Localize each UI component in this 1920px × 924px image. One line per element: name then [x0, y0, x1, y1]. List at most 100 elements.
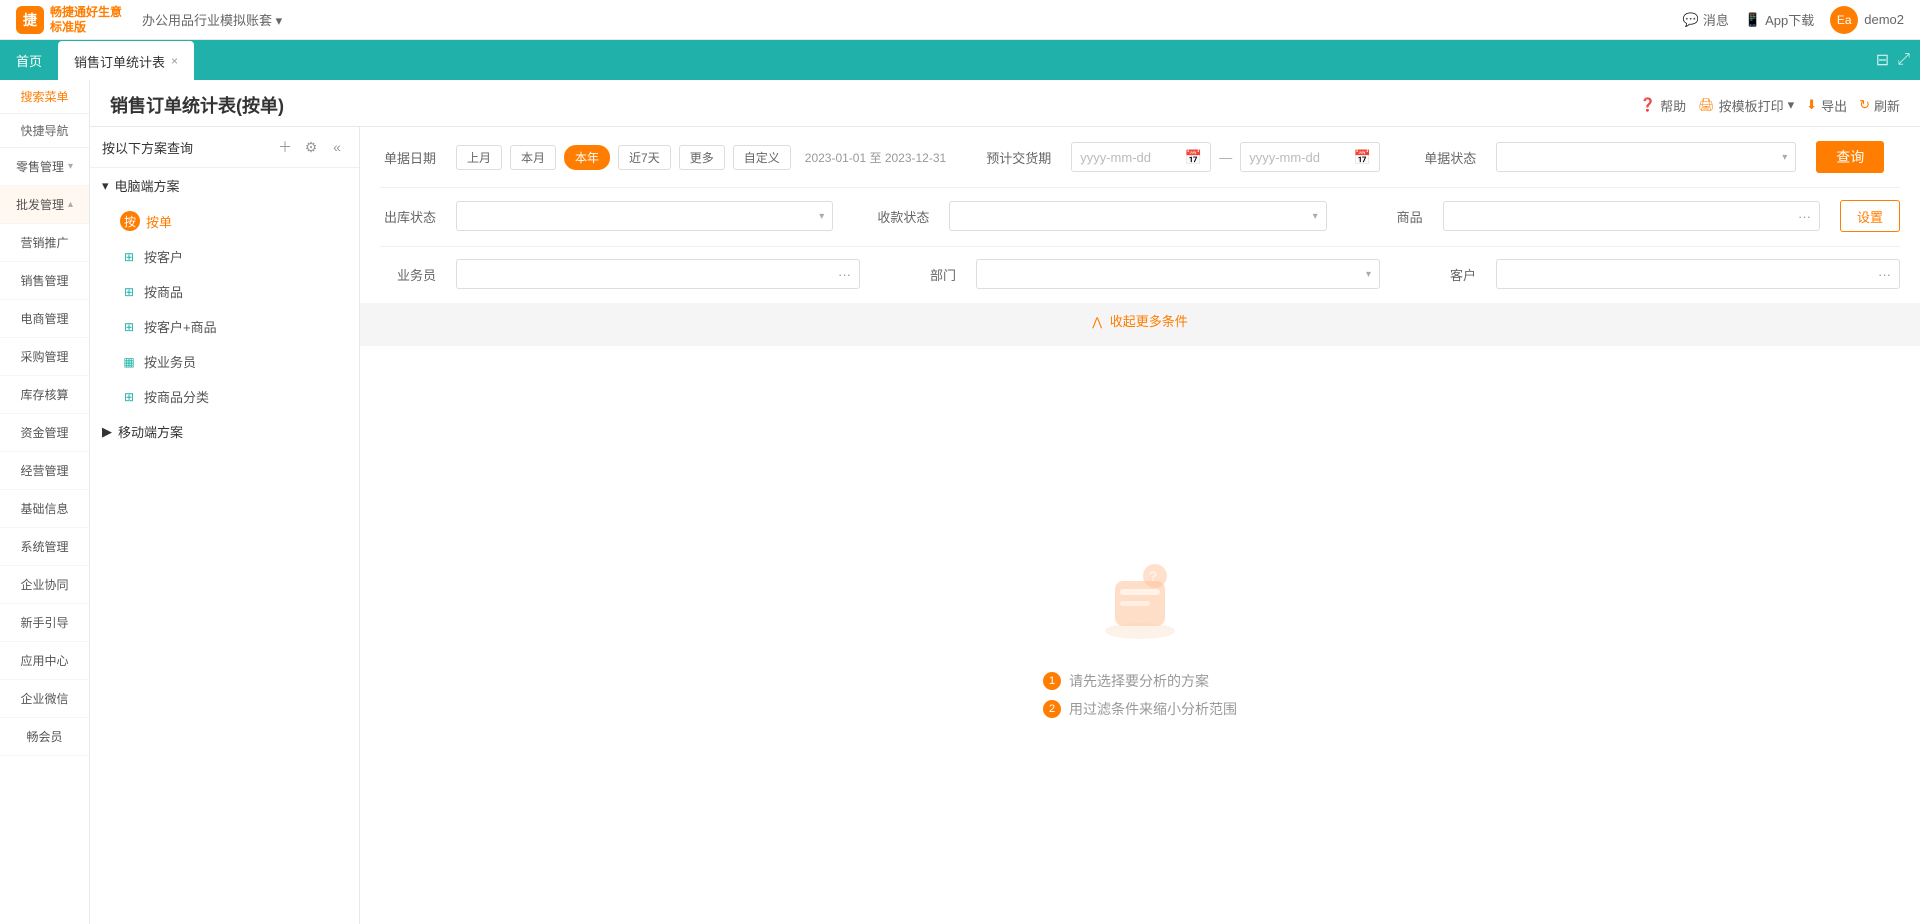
message-btn[interactable]: 💬 消息 [1683, 10, 1729, 29]
query-btn[interactable]: 查询 [1816, 141, 1884, 173]
sidebar-item-retail[interactable]: 零售管理▾ [0, 148, 89, 186]
sidebar-item-member[interactable]: 畅会员 [0, 718, 89, 756]
tip-num-2: 2 [1043, 700, 1061, 718]
active-badge: 按 [120, 211, 140, 231]
date-btn-thismonth[interactable]: 本月 [510, 145, 556, 170]
empty-tips: 1 请先选择要分析的方案 2 用过滤条件来缩小分析范围 [1043, 671, 1237, 719]
filter-divider [380, 187, 1900, 188]
filter-area: 单据日期 上月 本月 本年 近7天 更多 自定义 2023-01-01 至 20… [360, 127, 1920, 303]
sidebar-item-basics[interactable]: 基础信息 [0, 490, 89, 528]
tree-section-pc: ▾ 电脑端方案 [90, 168, 359, 203]
logo-area: 捷 畅捷通好生意标准版 [16, 5, 122, 34]
tip-num-1: 1 [1043, 672, 1061, 690]
date-btn-custom[interactable]: 自定义 [733, 145, 791, 170]
settings-btn[interactable]: 设置 [1840, 200, 1900, 232]
refresh-btn[interactable]: ↻ 刷新 [1859, 96, 1900, 115]
sidebar-item-sales[interactable]: 销售管理 [0, 262, 89, 300]
customer-label: 客户 [1420, 265, 1476, 284]
tab-sales-order[interactable]: 销售订单统计表 × [58, 41, 194, 81]
tree-item-by-category[interactable]: ⊞ 按商品分类 [90, 379, 359, 414]
date-btn-more[interactable]: 更多 [679, 145, 725, 170]
dept-chevron-icon: ▾ [1366, 269, 1371, 280]
tab-close-btn[interactable]: × [171, 54, 178, 68]
app-title-dropdown[interactable]: 办公用品行业模拟账套 ▾ [142, 10, 282, 29]
collapse-panel-btn[interactable]: « [327, 137, 347, 157]
sidebar-item-inventory[interactable]: 库存核算 [0, 376, 89, 414]
forecast-start-date[interactable]: yyyy-mm-dd 📅 [1071, 142, 1211, 172]
sidebar: 搜索菜单 快捷导航 零售管理▾ 批发管理▴ 营销推广 销售管理 电商管理 采购管… [0, 80, 90, 924]
delivery-chevron-icon: ▾ [819, 211, 824, 222]
salesman-dots-icon[interactable]: ··· [838, 267, 851, 282]
tree-item-by-customer-product[interactable]: ⊞ 按客户+商品 [90, 309, 359, 344]
salesman-select[interactable]: ··· [456, 259, 860, 289]
date-btn-lastmonth[interactable]: 上月 [456, 145, 502, 170]
date-filter-label: 单据日期 [380, 148, 436, 167]
panel-header-icons: ＋ ⚙ « [275, 137, 347, 157]
svg-text:?: ? [1149, 568, 1157, 584]
salesman-label: 业务员 [380, 265, 436, 284]
delivery-status-select[interactable]: ▾ [456, 201, 833, 231]
collapse-chevron-icon: ⋀ [1092, 315, 1102, 329]
sidebar-item-system[interactable]: 系统管理 [0, 528, 89, 566]
date-btn-last7days[interactable]: 近7天 [618, 145, 671, 170]
app-download-btn[interactable]: 📱 App下载 [1745, 10, 1814, 29]
left-panel: 按以下方案查询 ＋ ⚙ « ▾ 电脑端方案 按 按单 [90, 127, 360, 924]
calendar-start-icon[interactable]: 📅 [1185, 149, 1202, 166]
product-label: 商品 [1367, 207, 1423, 226]
settings-scheme-btn[interactable]: ⚙ [301, 137, 321, 157]
tab-minimize-icon[interactable]: ⊟ [1876, 50, 1889, 70]
collapse-more-btn[interactable]: ⋀ 收起更多条件 [360, 303, 1920, 338]
sidebar-quick-nav[interactable]: 快捷导航 [0, 114, 89, 148]
date-btn-thisyear[interactable]: 本年 [564, 145, 610, 170]
dept-select[interactable]: ▾ [976, 259, 1380, 289]
sidebar-search[interactable]: 搜索菜单 [0, 80, 89, 114]
print-btn[interactable]: 🖨 按模板打印 ▾ [1698, 96, 1794, 115]
help-btn[interactable]: ❓ 帮助 [1640, 96, 1686, 115]
page-title: 销售订单统计表(按单) [110, 92, 284, 118]
forecast-end-date[interactable]: yyyy-mm-dd 📅 [1240, 142, 1380, 172]
help-icon: ❓ [1640, 97, 1656, 113]
tree-item-by-order[interactable]: 按 按单 [90, 203, 359, 239]
sidebar-item-appcenter[interactable]: 应用中心 [0, 642, 89, 680]
avatar: Ea [1830, 6, 1858, 34]
top-bar: 捷 畅捷通好生意标准版 办公用品行业模拟账套 ▾ 💬 消息 📱 App下载 Ea… [0, 0, 1920, 40]
export-btn[interactable]: ⬇ 导出 [1806, 96, 1847, 115]
logo-text: 畅捷通好生意标准版 [50, 5, 122, 34]
sidebar-item-wechat[interactable]: 企业微信 [0, 680, 89, 718]
user-avatar-area[interactable]: Ea demo2 [1830, 6, 1904, 34]
customer-dots-icon[interactable]: ··· [1878, 267, 1891, 282]
sidebar-item-finance[interactable]: 资金管理 [0, 414, 89, 452]
tree-mobile-expand-icon: ▶ [102, 424, 112, 440]
logo-icon: 捷 [16, 6, 44, 34]
sidebar-item-operations[interactable]: 经营管理 [0, 452, 89, 490]
sidebar-item-purchase[interactable]: 采购管理 [0, 338, 89, 376]
sidebar-item-marketing[interactable]: 营销推广 [0, 224, 89, 262]
customer-product-icon: ⊞ [120, 318, 138, 336]
tree-item-by-customer[interactable]: ⊞ 按客户 [90, 239, 359, 274]
tree-item-by-product[interactable]: ⊞ 按商品 [90, 274, 359, 309]
customer-select[interactable]: ··· [1496, 259, 1900, 289]
empty-illustration: ? [1090, 551, 1190, 651]
tree-expand-icon: ▾ [102, 178, 109, 194]
filter-row-status: 出库状态 ▾ 收款状态 ▾ 商品 ··· [380, 200, 1900, 232]
product-select[interactable]: ··· [1443, 201, 1820, 231]
salesman-icon: ▦ [120, 353, 138, 371]
payment-status-select[interactable]: ▾ [949, 201, 1326, 231]
tab-expand-icon[interactable]: ⤢ [1897, 51, 1910, 69]
calendar-end-icon[interactable]: 📅 [1354, 149, 1371, 166]
add-scheme-btn[interactable]: ＋ [275, 137, 295, 157]
forecast-date-label: 预计交货期 [986, 148, 1051, 167]
tab-home[interactable]: 首页 [0, 40, 58, 80]
product-dots-icon[interactable]: ··· [1798, 209, 1811, 224]
sidebar-item-enterprise[interactable]: 企业协同 [0, 566, 89, 604]
wholesale-arrow-icon: ▴ [68, 199, 73, 210]
product-icon: ⊞ [120, 283, 138, 301]
tree-item-by-salesman[interactable]: ▦ 按业务员 [90, 344, 359, 379]
payment-status-label: 收款状态 [873, 207, 929, 226]
sidebar-item-newuser[interactable]: 新手引导 [0, 604, 89, 642]
doc-status-select[interactable]: ▾ [1496, 142, 1796, 172]
retail-arrow-icon: ▾ [68, 161, 73, 172]
sidebar-item-wholesale[interactable]: 批发管理▴ [0, 186, 89, 224]
tree-section-mobile: ▶ 移动端方案 [90, 414, 359, 449]
sidebar-item-ecommerce[interactable]: 电商管理 [0, 300, 89, 338]
